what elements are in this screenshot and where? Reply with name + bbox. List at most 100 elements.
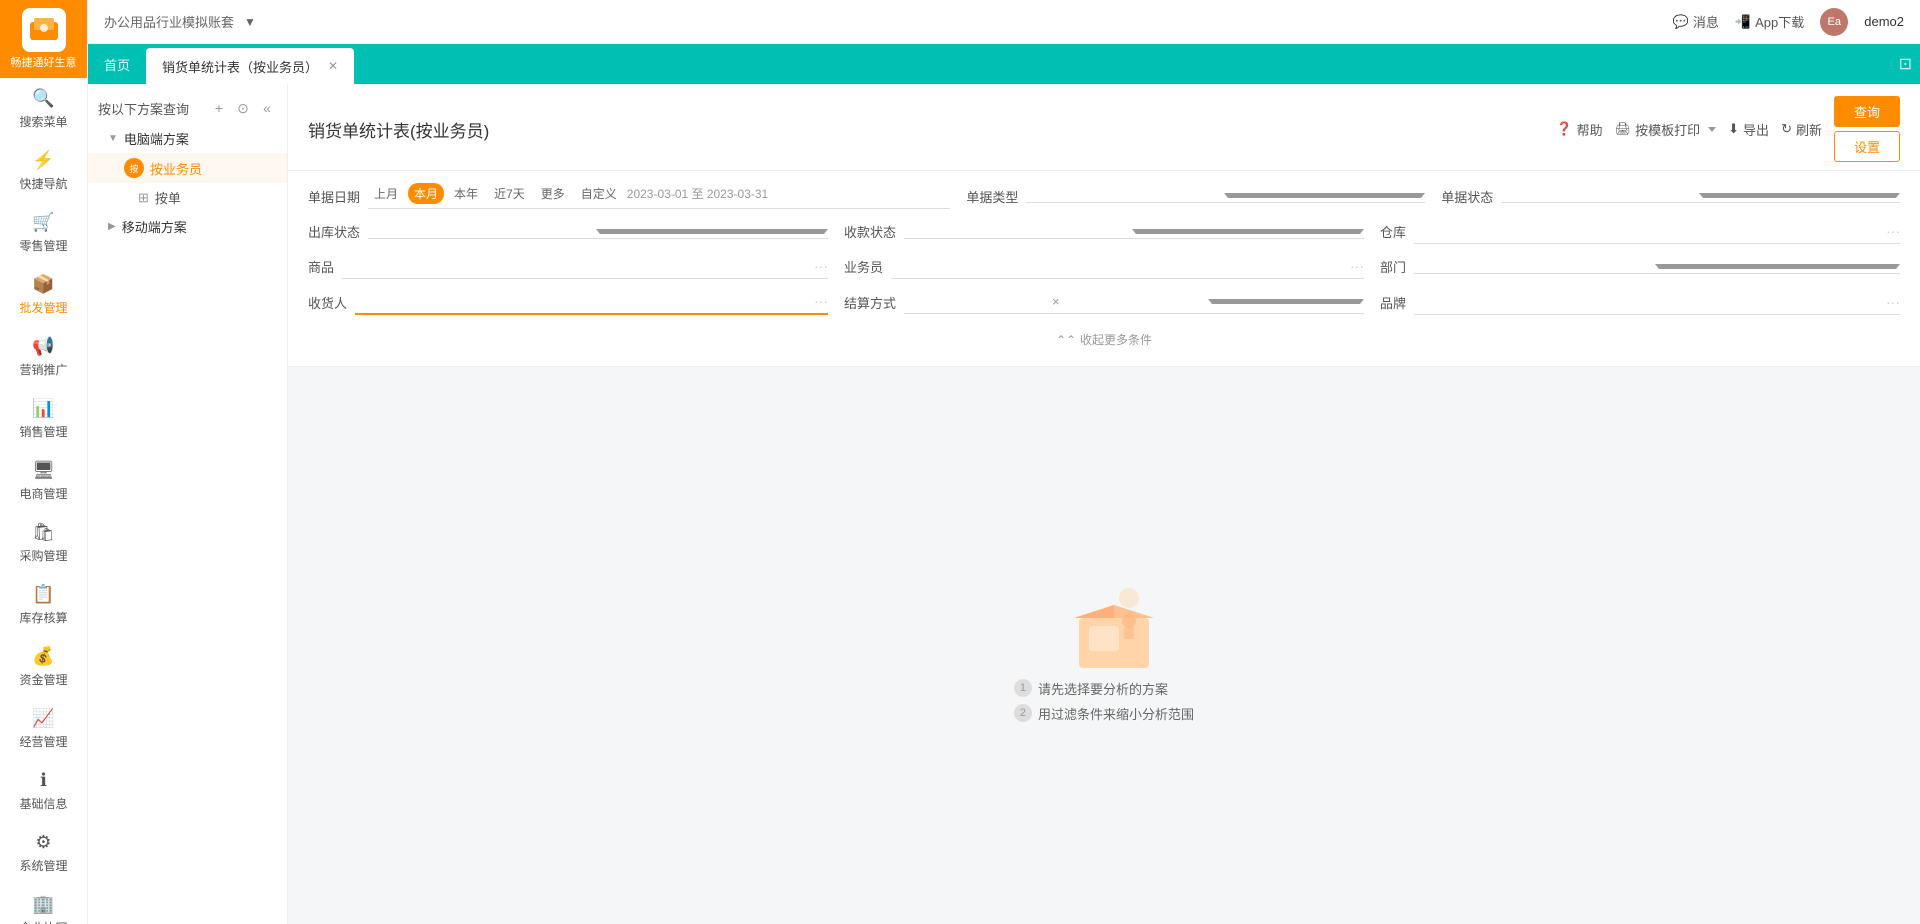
date-btn-last-month[interactable]: 上月 [368,183,404,204]
sidebar-item-ecommerce[interactable]: 🖥 电商管理 [0,450,87,512]
home-tab-label: 首页 [104,55,130,74]
brand-dots[interactable]: ··· [1886,294,1900,310]
tree-label-mobile: 移动端方案 [122,217,187,236]
doc-status-label: 单据状态 [1441,187,1493,206]
retail-icon: 🛒 [32,212,54,233]
stock-status-arrow [596,229,828,234]
empty-text: 1 请先选择要分析的方案 2 用过滤条件来缩小分析范围 [1014,679,1194,729]
brand-control: ··· [1414,290,1900,315]
sidebar-item-inventory[interactable]: 📋 库存核算 [0,574,87,636]
sidebar-item-enterprise[interactable]: 🏢 企业协同 [0,884,87,924]
receiver-dots[interactable]: ··· [814,293,828,309]
warehouse-input[interactable] [1414,224,1886,239]
add-scheme-button[interactable]: + [209,98,229,118]
salesperson-control: ··· [891,254,1364,279]
date-btn-this-month[interactable]: 本月 [408,183,444,204]
sidebar-item-basic-info[interactable]: ℹ 基础信息 [0,760,87,822]
avatar[interactable]: Ea [1820,8,1848,36]
left-panel: 按以下方案查询 + ⊙ « ▼ 电脑端方案 [88,84,288,924]
tree-sub-item-sales-person[interactable]: 按 按业务员 [88,153,287,183]
ops-icon: 📈 [32,708,54,729]
message-button[interactable]: 💬 消息 [1673,12,1719,31]
sales-person-scheme-icon: 按 [124,158,144,178]
topbar-dropdown-icon[interactable]: ▼ [244,15,256,29]
date-btn-this-year[interactable]: 本年 [448,183,484,204]
department-select[interactable] [1414,260,1900,274]
query-button[interactable]: 查询 [1834,96,1900,127]
payment-status-select[interactable] [904,225,1364,239]
tab-home[interactable]: 首页 [88,44,146,84]
goods-input[interactable] [342,259,814,274]
receiver-input[interactable] [355,294,814,309]
date-label: 单据日期 [308,187,360,206]
goods-control: ··· [342,254,828,279]
sidebar-item-system[interactable]: ⚙ 系统管理 [0,822,87,884]
app-download-button[interactable]: 📲 App下载 [1735,12,1804,31]
date-btn-custom[interactable]: 自定义 [575,183,623,204]
user-name[interactable]: demo2 [1864,14,1904,29]
sidebar-item-finance[interactable]: 💰 资金管理 [0,636,87,698]
filter-row-3: 商品 ··· 业务员 ··· [308,254,1900,279]
filter-salesperson: 业务员 ··· [844,254,1364,279]
help-button[interactable]: ❓ 帮助 [1556,120,1602,139]
sidebar-item-purchase[interactable]: 🛍 采购管理 [0,512,87,574]
warehouse-dots[interactable]: ··· [1886,223,1900,239]
tabbar-expand-icon[interactable]: ⊡ [1899,54,1912,74]
collapse-button[interactable]: ⌃⌃ 收起更多条件 [1056,331,1152,348]
tree-label-pc: 电脑端方案 [124,129,189,148]
setting-button[interactable]: 设置 [1834,131,1900,162]
tree-sub-sub-by-order[interactable]: ⊞ 按单 [88,183,287,212]
export-button[interactable]: ⬇ 导出 [1728,120,1769,139]
doc-status-select[interactable] [1501,189,1900,203]
date-btn-7days[interactable]: 近7天 [488,183,531,204]
sidebar-item-quick-nav[interactable]: ⚡ 快捷导航 [0,140,87,202]
payment-method-select[interactable]: × [904,290,1364,314]
filter-doc-status: 单据状态 [1441,187,1900,206]
ecommerce-icon: 🖥 [32,460,55,481]
empty-num-1: 1 [1014,679,1032,697]
sidebar-item-search[interactable]: 🔍 搜索菜单 [0,78,87,140]
left-panel-header: 按以下方案查询 + ⊙ « [88,92,287,124]
salesperson-dots[interactable]: ··· [1350,258,1364,274]
page-title: 销货单统计表(按业务员) [308,117,1556,142]
stock-status-select[interactable] [368,225,828,239]
basic-info-icon: ℹ [40,770,47,791]
tree-item-pc[interactable]: ▼ 电脑端方案 [88,124,287,153]
sidebar-item-sales-mgmt[interactable]: 📊 销售管理 [0,388,87,450]
left-panel-actions: + ⊙ « [209,98,277,118]
edit-scheme-button[interactable]: ⊙ [233,98,253,118]
salesperson-input[interactable] [891,259,1350,274]
empty-state: 1 请先选择要分析的方案 2 用过滤条件来缩小分析范围 [288,367,1920,924]
sidebar-item-marketing[interactable]: 📢 营销推广 [0,326,87,388]
sidebar-item-retail[interactable]: 🛒 零售管理 [0,202,87,264]
tab-sales-stats[interactable]: 销货单统计表（按业务员） ✕ [146,48,354,84]
wholesale-icon: 📦 [32,274,54,295]
doc-type-select[interactable] [1026,189,1425,203]
refresh-button[interactable]: ↻ 刷新 [1781,120,1822,139]
marketing-icon: 📢 [32,336,54,357]
logo-text: 畅捷通好生意 [4,56,83,70]
sidebar-item-wholesale[interactable]: 📦 批发管理 [0,264,87,326]
page-actions: ❓ 帮助 🖨 按模板打印 ⬇ 导出 ↻ 刷新 [1556,96,1900,162]
goods-dots[interactable]: ··· [814,258,828,274]
payment-method-arrow [1208,299,1364,304]
collapse-panel-button[interactable]: « [257,98,277,118]
payment-method-clear[interactable]: × [1052,294,1200,309]
help-icon: ❓ [1556,121,1572,137]
brand-input[interactable] [1414,294,1886,309]
sidebar-item-ops[interactable]: 📈 经营管理 [0,698,87,760]
tree-item-mobile[interactable]: ▶ 移动端方案 [88,212,287,241]
date-btn-more[interactable]: 更多 [535,183,571,204]
receiver-control: ··· [355,289,828,315]
filter-warehouse: 仓库 ··· [1380,219,1900,244]
filter-doc-type: 单据类型 [966,187,1425,206]
tree-sub-label-by-order: 按单 [155,188,181,207]
print-button[interactable]: 🖨 按模板打印 [1615,120,1717,139]
tab-close-icon[interactable]: ✕ [328,59,338,73]
doc-status-arrow [1699,193,1900,198]
message-icon: 💬 [1673,14,1689,30]
logo-icon [22,8,66,52]
logo-area[interactable]: 畅捷通好生意 [0,0,87,78]
warehouse-label: 仓库 [1380,222,1406,241]
date-group: 上月 本月 本年 近7天 更多 自定义 2023-03-01 至 2023-03… [368,183,950,209]
